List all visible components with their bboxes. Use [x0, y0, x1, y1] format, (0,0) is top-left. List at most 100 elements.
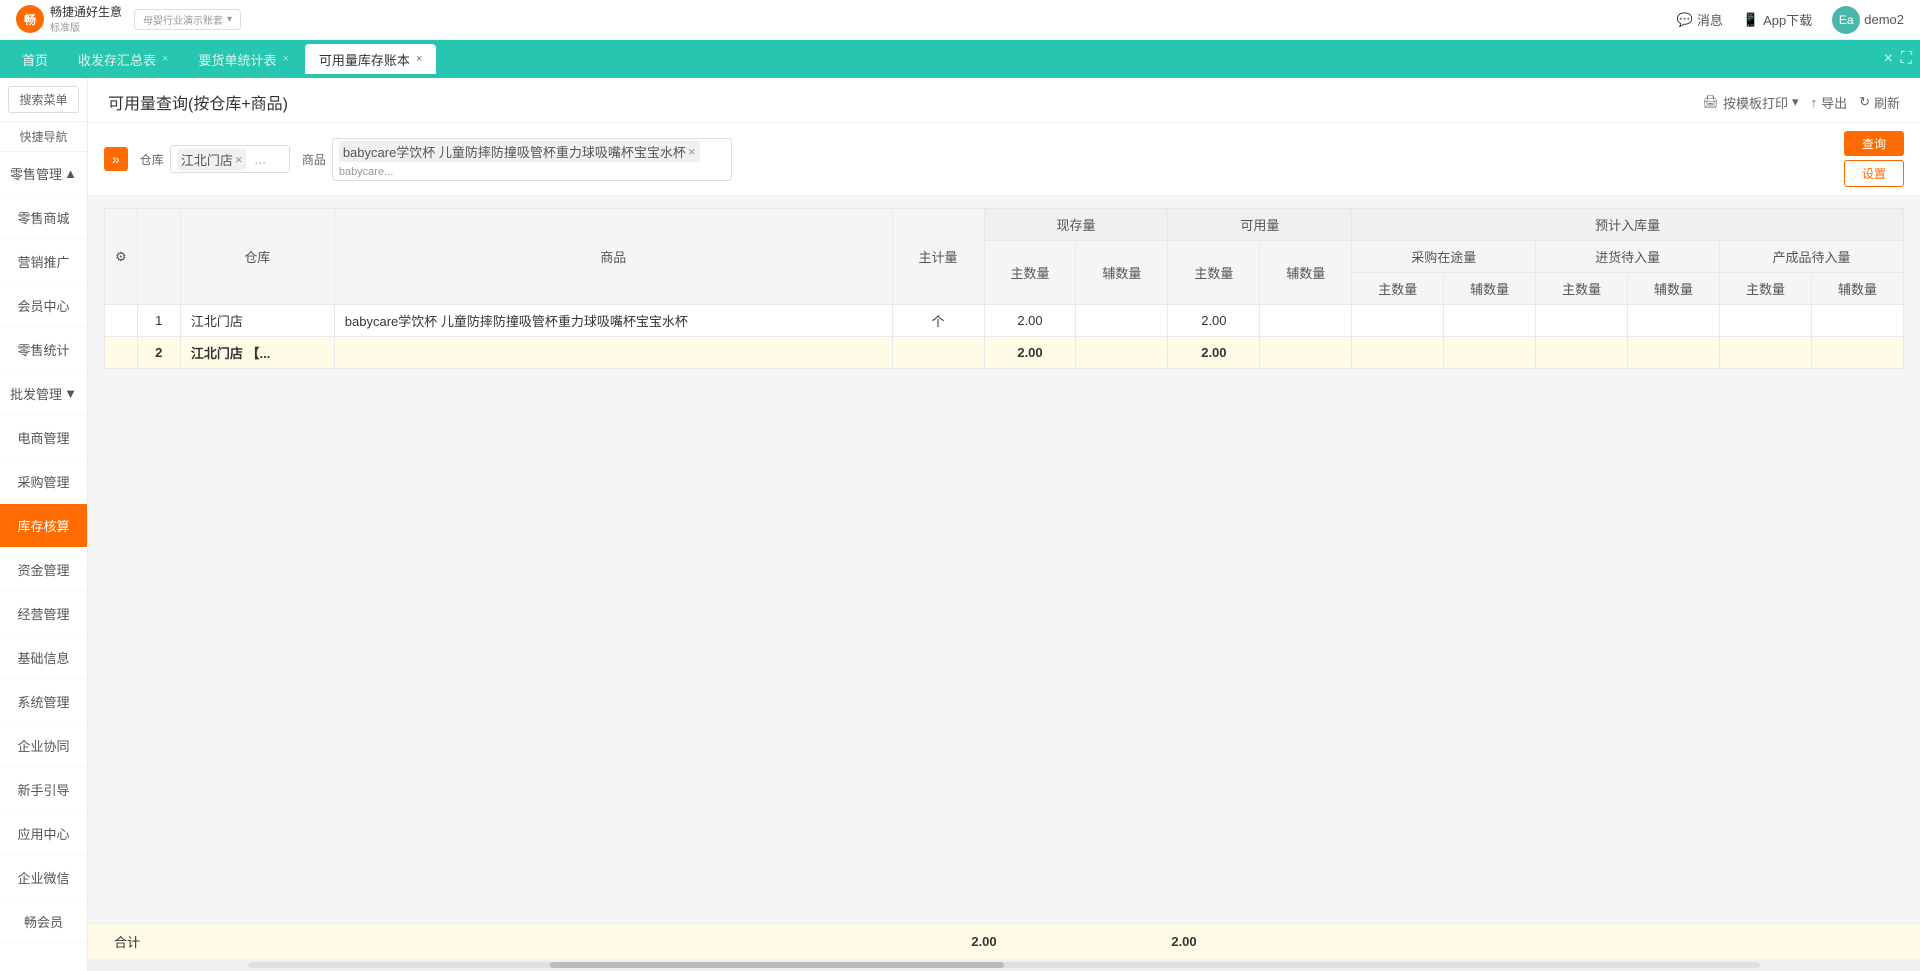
col-warehouse: 仓库 [180, 209, 334, 305]
refresh-btn[interactable]: ↻ 刷新 [1859, 93, 1900, 112]
col-settings[interactable]: ⚙ [105, 209, 138, 305]
sidebar-item-inventory-check-label: 库存核算 [17, 516, 69, 535]
sidebar-item-basic-info[interactable]: 基础信息 [0, 636, 87, 680]
product-tag-label: babycare学饮杯 儿童防摔防撞吸管杯重力球吸嘴杯宝宝水杯 [343, 142, 686, 161]
top-bar-right: 💬 消息 📱 App下载 Ea demo2 [1677, 6, 1904, 34]
search-menu-btn[interactable]: 搜索菜单 [8, 86, 79, 113]
sidebar-item-apps-label: 应用中心 [17, 824, 69, 843]
table-row: 1 江北门店 babycare学饮杯 儿童防摔防撞吸管杯重力球吸嘴杯宝宝水杯 个… [105, 305, 1904, 337]
sidebar-item-enterprise[interactable]: 企业协同 [0, 724, 87, 768]
logo-icon: 畅 [16, 5, 44, 33]
sidebar-item-system[interactable]: 系统管理 [0, 680, 87, 724]
app-download-btn[interactable]: 📱 App下载 [1743, 10, 1812, 29]
subtotal-product-aux [1811, 337, 1903, 369]
row-product-aux [1811, 305, 1903, 337]
row-avail-main: 2.00 [1168, 305, 1260, 337]
user-profile[interactable]: Ea demo2 [1832, 6, 1904, 34]
warehouse-tag-close[interactable]: × [235, 152, 243, 167]
tab-inout-close[interactable]: × [162, 53, 168, 65]
subtotal-warehouse: 江北门店 【... [180, 337, 334, 369]
product-tag-close[interactable]: × [688, 144, 696, 159]
tab-inout-label: 收发存汇总表 [78, 50, 156, 69]
col-pending-main: 主数量 [1536, 273, 1628, 305]
scroll-thumb[interactable] [550, 962, 1004, 968]
col-pending-aux: 辅数量 [1628, 273, 1720, 305]
product-filter-more[interactable]: babycare... [339, 166, 393, 178]
row-stock-main: 2.00 [984, 305, 1076, 337]
col-planned-header: 预计入库量 [1352, 209, 1904, 241]
refresh-icon: ↻ [1859, 94, 1870, 110]
horizontal-scrollbar[interactable] [88, 959, 1920, 971]
close-window-btn[interactable]: × [1883, 50, 1892, 68]
table-container[interactable]: ⚙ 仓库 商品 主计量 现存量 可用量 预计入库量 主数量 辅数量 主数量 辅数… [88, 196, 1920, 923]
footer-stock-main: 2.00 [924, 934, 1044, 949]
row-purchase-aux [1444, 305, 1536, 337]
tab-home[interactable]: 首页 [8, 44, 62, 74]
print-btn[interactable]: 🖨 按模板打印 ▾ [1703, 93, 1799, 112]
subtotal-unit [892, 337, 984, 369]
row-settings [105, 305, 138, 337]
query-btn[interactable]: 查询 [1844, 131, 1904, 156]
warehouse-filter-label: 仓库 [140, 151, 164, 168]
product-filter-group: 商品 babycare学饮杯 儿童防摔防撞吸管杯重力球吸嘴杯宝宝水杯 × bab… [302, 138, 732, 181]
print-label: 按模板打印 [1723, 93, 1788, 112]
product-filter-label: 商品 [302, 151, 326, 168]
col-stock-main: 主数量 [984, 241, 1076, 305]
sidebar-item-retail-stats-label: 零售统计 [17, 340, 69, 359]
account-selector[interactable]: 母婴行业演示账套 ▾ [134, 9, 241, 30]
sidebar-item-ecommerce[interactable]: 电商管理 [0, 416, 87, 460]
sidebar-item-finance[interactable]: 资金管理 [0, 548, 87, 592]
tab-orders[interactable]: 要货单统计表 × [184, 44, 302, 74]
footer-label: 合计 [104, 932, 264, 951]
sidebar-item-retail-mgmt[interactable]: 零售管理 ▲ [0, 152, 87, 196]
sidebar-item-operations[interactable]: 经营管理 [0, 592, 87, 636]
tab-inventory-close[interactable]: × [416, 53, 422, 65]
tab-orders-close[interactable]: × [282, 53, 288, 65]
product-tag-babycare: babycare学饮杯 儿童防摔防撞吸管杯重力球吸嘴杯宝宝水杯 × [339, 141, 700, 162]
warehouse-filter-ellipsis[interactable]: ... [250, 151, 270, 167]
sidebar-item-member[interactable]: 会员中心 [0, 284, 87, 328]
sidebar-item-basic-info-label: 基础信息 [17, 648, 69, 667]
sidebar-item-marketing[interactable]: 营销推广 [0, 240, 87, 284]
tab-orders-label: 要货单统计表 [198, 50, 276, 69]
sidebar-item-purchase[interactable]: 采购管理 [0, 460, 87, 504]
sidebar-item-purchase-label: 采购管理 [17, 472, 69, 491]
sidebar-item-wechat[interactable]: 企业微信 [0, 856, 87, 900]
product-filter-tags[interactable]: babycare学饮杯 儿童防摔防撞吸管杯重力球吸嘴杯宝宝水杯 × babyca… [332, 138, 732, 181]
settings-btn[interactable]: 设置 [1844, 160, 1904, 187]
sidebar-item-batch-mgmt-label: 批发管理 [10, 384, 62, 403]
sidebar-item-batch-mgmt[interactable]: 批发管理 ▼ [0, 372, 87, 416]
subtotal-num: 2 [137, 337, 180, 369]
sidebar-item-member2[interactable]: 畅会员 [0, 900, 87, 944]
refresh-label: 刷新 [1874, 93, 1900, 112]
sidebar-item-guide-label: 新手引导 [17, 780, 69, 799]
row-product: babycare学饮杯 儿童防摔防撞吸管杯重力球吸嘴杯宝宝水杯 [334, 305, 892, 337]
sidebar-item-retail-store[interactable]: 零售商城 [0, 196, 87, 240]
sidebar-item-inventory-check[interactable]: 库存核算 [0, 504, 87, 548]
tab-inout[interactable]: 收发存汇总表 × [64, 44, 182, 74]
sidebar-item-ecommerce-label: 电商管理 [17, 428, 69, 447]
row-avail-aux [1260, 305, 1352, 337]
warehouse-filter-tags[interactable]: 江北门店 × ... [170, 145, 290, 173]
subtotal-pending-aux [1628, 337, 1720, 369]
sidebar-item-apps[interactable]: 应用中心 [0, 812, 87, 856]
account-selector-label: 母婴行业演示账套 [143, 12, 223, 27]
print-dropdown-icon: ▾ [1792, 94, 1799, 110]
row-product-main [1720, 305, 1812, 337]
export-btn[interactable]: ↑ 导出 [1811, 93, 1848, 112]
maximize-window-btn[interactable]: ⛶ [1901, 50, 1912, 68]
dropdown-icon: ▾ [227, 14, 232, 25]
sidebar-item-guide[interactable]: 新手引导 [0, 768, 87, 812]
sidebar-item-member-label: 会员中心 [17, 296, 69, 315]
expand-filter-btn[interactable]: » [104, 147, 128, 171]
col-mainunit: 主计量 [892, 209, 984, 305]
row-pending-aux [1628, 305, 1720, 337]
quick-nav-btn[interactable]: 快捷导航 [0, 122, 87, 152]
scroll-track [248, 962, 1760, 968]
sidebar-item-retail-stats[interactable]: 零售统计 [0, 328, 87, 372]
message-btn[interactable]: 💬 消息 [1677, 10, 1723, 29]
tab-inventory[interactable]: 可用量库存账本 × [305, 44, 436, 74]
inventory-table: ⚙ 仓库 商品 主计量 现存量 可用量 预计入库量 主数量 辅数量 主数量 辅数… [104, 208, 1904, 369]
message-label: 消息 [1697, 10, 1723, 29]
avatar: Ea [1832, 6, 1860, 34]
